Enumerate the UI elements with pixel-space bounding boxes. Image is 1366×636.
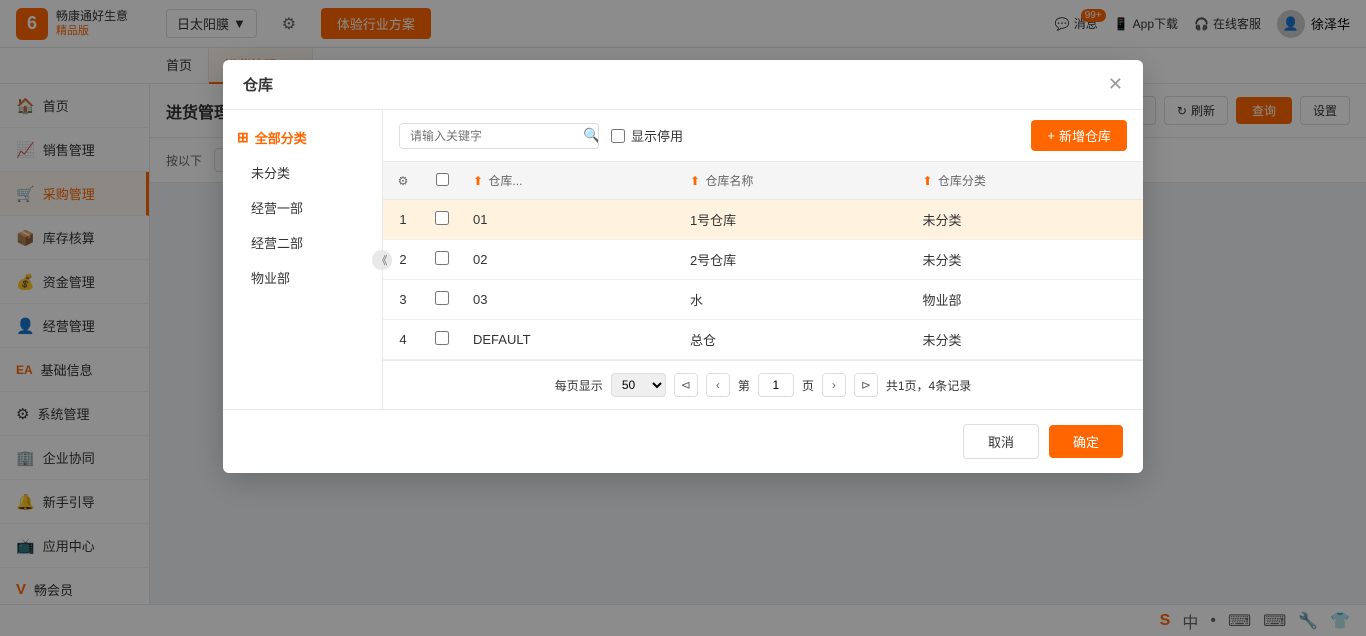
row-category: 物业部	[910, 280, 1143, 320]
warehouse-table: ⚙ ⬆ 仓库... ⬆ 仓库名称	[383, 162, 1143, 360]
category-all-label: 全部分类	[255, 128, 307, 147]
table-panel: 🔍 显示停用 + 新增仓库	[383, 110, 1143, 409]
category-all[interactable]: ⊞ 全部分类	[223, 120, 382, 155]
modal-body: ⊞ 全部分类 未分类 经营一部 经营二部 物业部 《 🔍	[223, 110, 1143, 409]
row-category: 未分类	[910, 240, 1143, 280]
th-code: ⬆ 仓库...	[461, 162, 678, 200]
row-code: 03	[461, 280, 678, 320]
row-checkbox-cell	[423, 240, 461, 280]
show-disabled-checkbox[interactable]	[611, 129, 625, 143]
grid-icon: ⊞	[237, 129, 249, 146]
category-item-ops2[interactable]: 经营二部	[223, 225, 382, 260]
category-item-ops1[interactable]: 经营一部	[223, 190, 382, 225]
category-item-unclassified[interactable]: 未分类	[223, 155, 382, 190]
warehouse-data-table: ⚙ ⬆ 仓库... ⬆ 仓库名称	[383, 162, 1143, 360]
pagination-bar: 每页显示 50 100 200 ⊲ ‹ 第 页 › ⊳ 共1页，4条记录	[383, 360, 1143, 409]
row-num: 3	[383, 280, 423, 320]
row-code: 02	[461, 240, 678, 280]
modal-header: 仓库 ✕	[223, 60, 1143, 110]
row-checkbox[interactable]	[435, 211, 449, 225]
row-code: 01	[461, 200, 678, 240]
row-name: 水	[678, 280, 911, 320]
table-row[interactable]: 2 02 2号仓库 未分类	[383, 240, 1143, 280]
row-category: 未分类	[910, 320, 1143, 360]
page-input[interactable]	[758, 373, 794, 397]
row-category: 未分类	[910, 200, 1143, 240]
row-num: 4	[383, 320, 423, 360]
total-info: 共1页，4条记录	[886, 377, 971, 394]
table-row[interactable]: 1 01 1号仓库 未分类	[383, 200, 1143, 240]
sort-icon: ⬆	[473, 174, 483, 188]
plus-icon: +	[1047, 128, 1055, 143]
first-page-button[interactable]: ⊲	[674, 373, 698, 397]
row-checkbox[interactable]	[435, 331, 449, 345]
show-disabled-area: 显示停用	[611, 126, 683, 145]
per-page-select[interactable]: 50 100 200	[611, 373, 666, 397]
modal-overlay: 仓库 ✕ ⊞ 全部分类 未分类 经营一部 经营二部 物业部 《	[0, 0, 1366, 636]
sort-icon-name: ⬆	[690, 174, 700, 188]
per-page-label: 每页显示	[555, 377, 603, 394]
row-num: 1	[383, 200, 423, 240]
row-checkbox[interactable]	[435, 251, 449, 265]
page-label: 第	[738, 377, 750, 394]
th-checkbox	[423, 162, 461, 200]
search-button[interactable]: 🔍	[575, 127, 599, 144]
next-page-button[interactable]: ›	[822, 373, 846, 397]
th-category: ⬆ 仓库分类	[910, 162, 1143, 200]
row-code: DEFAULT	[461, 320, 678, 360]
confirm-button[interactable]: 确定	[1049, 425, 1123, 458]
category-collapse-button[interactable]: 《	[372, 250, 392, 270]
page-unit: 页	[802, 377, 814, 394]
cancel-button[interactable]: 取消	[963, 424, 1039, 459]
warehouse-modal: 仓库 ✕ ⊞ 全部分类 未分类 经营一部 经营二部 物业部 《	[223, 60, 1143, 473]
search-input[interactable]	[400, 124, 575, 148]
add-warehouse-button[interactable]: + 新增仓库	[1031, 120, 1127, 151]
row-name: 总仓	[678, 320, 911, 360]
modal-close-button[interactable]: ✕	[1108, 74, 1123, 95]
category-item-property[interactable]: 物业部	[223, 260, 382, 295]
search-box: 🔍	[399, 123, 599, 149]
row-checkbox[interactable]	[435, 291, 449, 305]
row-checkbox-cell	[423, 200, 461, 240]
table-row[interactable]: 3 03 水 物业部	[383, 280, 1143, 320]
th-name: ⬆ 仓库名称	[678, 162, 911, 200]
category-panel: ⊞ 全部分类 未分类 经营一部 经营二部 物业部 《	[223, 110, 383, 409]
show-disabled-label: 显示停用	[631, 126, 683, 145]
table-header-row: ⚙ ⬆ 仓库... ⬆ 仓库名称	[383, 162, 1143, 200]
row-checkbox-cell	[423, 320, 461, 360]
row-name: 2号仓库	[678, 240, 911, 280]
modal-title: 仓库	[243, 74, 273, 95]
last-page-button[interactable]: ⊳	[854, 373, 878, 397]
row-checkbox-cell	[423, 280, 461, 320]
select-all-checkbox[interactable]	[436, 173, 449, 186]
table-row[interactable]: 4 DEFAULT 总仓 未分类	[383, 320, 1143, 360]
prev-page-button[interactable]: ‹	[706, 373, 730, 397]
sort-icon-cat: ⬆	[922, 174, 932, 188]
modal-footer: 取消 确定	[223, 409, 1143, 473]
th-gear: ⚙	[383, 162, 423, 200]
table-toolbar: 🔍 显示停用 + 新增仓库	[383, 110, 1143, 162]
row-name: 1号仓库	[678, 200, 911, 240]
